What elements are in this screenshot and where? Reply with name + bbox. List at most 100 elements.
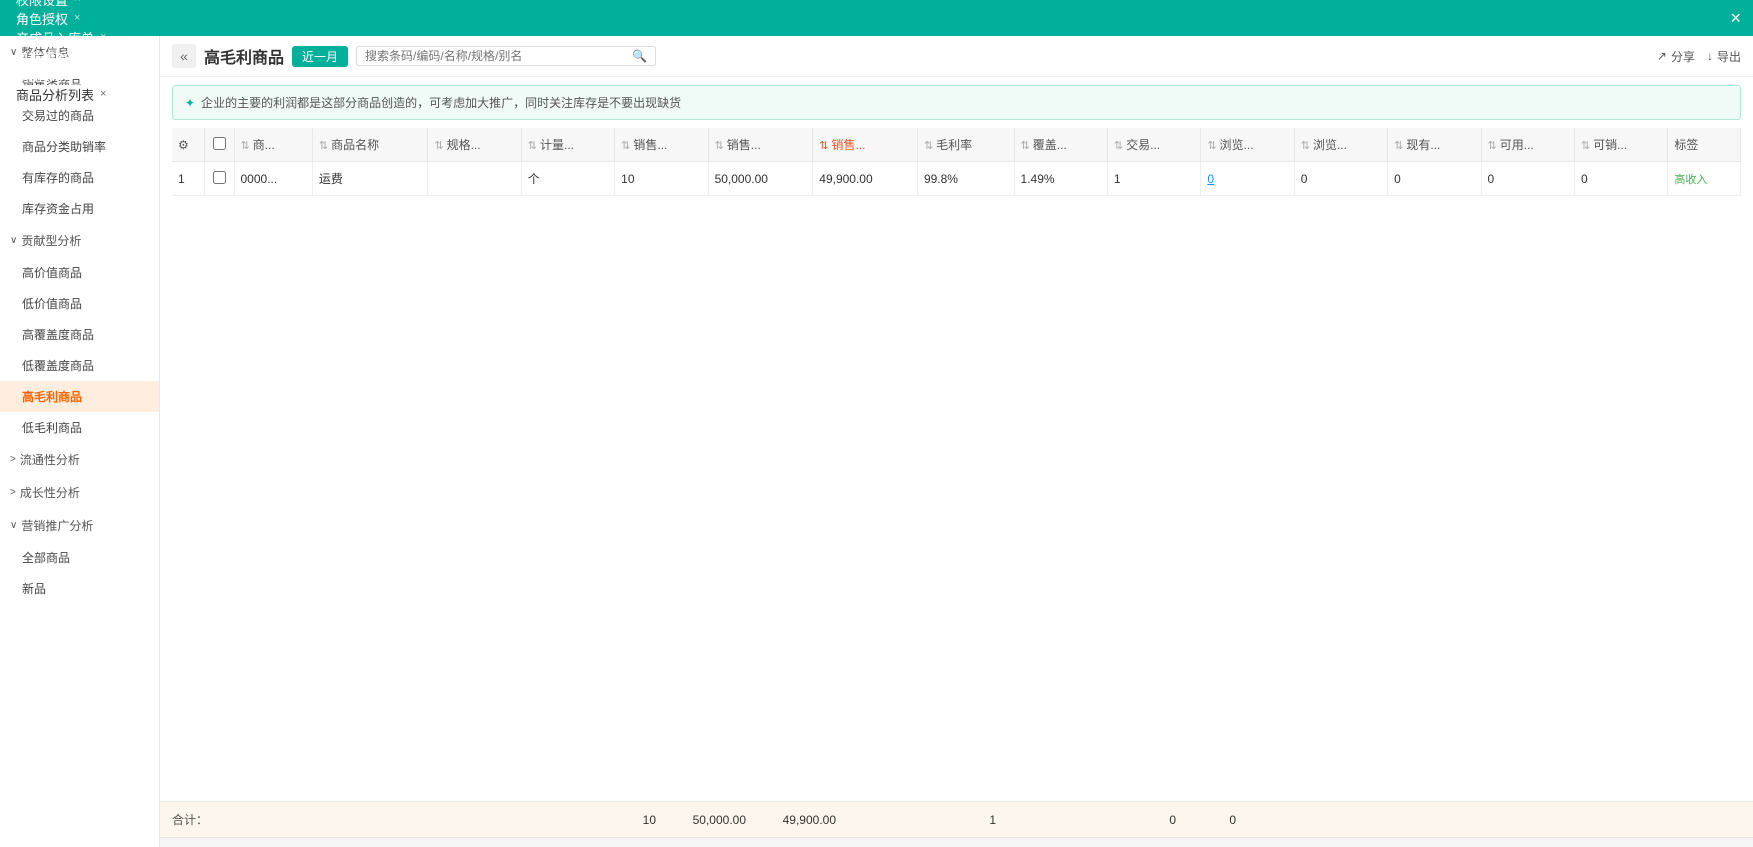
- close-tab-icon[interactable]: ×: [74, 69, 80, 81]
- sidebar-item-交易过的商品[interactable]: 交易过的商品: [0, 100, 159, 131]
- row-tag: 高收入: [1668, 162, 1741, 196]
- col-sales2: ⇅销售...: [708, 128, 813, 162]
- footer-current: 0: [1122, 813, 1182, 827]
- nav-tab-角色授权[interactable]: 角色授权×: [4, 9, 118, 28]
- close-tab-icon[interactable]: ×: [74, 12, 80, 24]
- footer-sales2: 50,000.00: [662, 813, 752, 827]
- sidebar-item-有库存的商品[interactable]: 有库存的商品: [0, 162, 159, 193]
- row-browse2: 0: [1294, 162, 1387, 196]
- sidebar-item-高价值商品[interactable]: 高价值商品: [0, 257, 159, 288]
- footer-transaction: 1: [942, 813, 1002, 827]
- nav-tab-商品分析[interactable]: 商品分析×: [4, 66, 118, 85]
- period-button[interactable]: 近一月: [292, 46, 348, 67]
- col-tag: 标签: [1668, 128, 1741, 162]
- search-icon[interactable]: 🔍: [632, 49, 647, 63]
- search-input[interactable]: [365, 49, 632, 63]
- row-browse1[interactable]: 0: [1201, 162, 1294, 196]
- group-arrow-icon: >: [10, 454, 16, 465]
- row-transaction: 1: [1107, 162, 1200, 196]
- footer-row: 合计： 10 50,000.00 49,900.00 1 0 0: [160, 801, 1753, 837]
- col-gross: ⇅毛利率: [917, 128, 1014, 162]
- col-settings[interactable]: ⚙: [172, 128, 204, 162]
- col-current-label: 现有...: [1406, 138, 1440, 152]
- col-spec-label: 规格...: [447, 138, 481, 152]
- sidebar-item-新品[interactable]: 新品: [0, 573, 159, 604]
- group-arrow-icon: >: [10, 487, 16, 498]
- row-code: 0000...: [234, 162, 312, 196]
- col-unit: ⇅计量...: [521, 128, 614, 162]
- row-coverage: 1.49%: [1014, 162, 1107, 196]
- search-box: 🔍: [356, 46, 656, 66]
- nav-tab-商品分析列表[interactable]: 商品分析列表×: [4, 85, 118, 104]
- col-available: ⇅可用...: [1481, 128, 1574, 162]
- footer-sales3: 49,900.00: [752, 813, 842, 827]
- content-area: « 高毛利商品 近一月 🔍 ↗ 分享 ↓ 导出 ✦ 企业的主要的利润都是这部: [160, 36, 1753, 847]
- settings-icon: ⚙: [178, 138, 189, 152]
- row-checkbox-cell: [204, 162, 234, 196]
- row-sales1: 10: [615, 162, 708, 196]
- sidebar-item-低覆盖度商品[interactable]: 低覆盖度商品: [0, 350, 159, 381]
- sidebar-groups: ∨整体信息销售类商品交易过的商品商品分类助销率有库存的商品库存资金占用∨贡献型分…: [0, 36, 159, 604]
- header-actions: ↗ 分享 ↓ 导出: [1657, 48, 1741, 65]
- footer-cells: 10 50,000.00 49,900.00 1 0 0: [252, 813, 1741, 827]
- col-coverage: ⇅覆盖...: [1014, 128, 1107, 162]
- col-sales3: ⇅销售...: [813, 128, 918, 162]
- col-sellable-label: 可销...: [1593, 138, 1627, 152]
- collapse-sidebar-button[interactable]: «: [172, 44, 196, 68]
- sidebar-item-低价值商品[interactable]: 低价值商品: [0, 288, 159, 319]
- sidebar-group-1[interactable]: ∨贡献型分析: [0, 224, 159, 257]
- col-browse2-label: 浏览...: [1313, 138, 1347, 152]
- nav-tab-权限设置[interactable]: 权限设置×: [4, 0, 118, 9]
- sidebar-item-高毛利商品[interactable]: 高毛利商品: [0, 381, 159, 412]
- close-all-button[interactable]: ×: [1722, 8, 1749, 29]
- col-sellable: ⇅可销...: [1574, 128, 1667, 162]
- sidebar-item-高覆盖度商品[interactable]: 高覆盖度商品: [0, 319, 159, 350]
- table-header-row: ⚙ ⇅商... ⇅商品名称 ⇅规格... ⇅计量... ⇅销售... ⇅销售..…: [172, 128, 1741, 162]
- row-checkbox[interactable]: [213, 171, 226, 184]
- row-spec: [428, 162, 521, 196]
- info-banner: ✦ 企业的主要的利润都是这部分商品创造的，可考虑加大推广，同时关注库存是不要出现…: [172, 85, 1741, 120]
- close-tab-icon[interactable]: ×: [100, 88, 106, 100]
- row-current: 0: [1388, 162, 1481, 196]
- col-browse2: ⇅浏览...: [1294, 128, 1387, 162]
- row-sellable: 0: [1574, 162, 1667, 196]
- footer-available: 0: [1182, 813, 1242, 827]
- export-button[interactable]: ↓ 导出: [1707, 48, 1741, 65]
- sidebar-item-库存资金占用[interactable]: 库存资金占用: [0, 193, 159, 224]
- sidebar-item-低毛利商品[interactable]: 低毛利商品: [0, 412, 159, 443]
- sidebar-item-全部商品[interactable]: 全部商品: [0, 542, 159, 573]
- content-header: « 高毛利商品 近一月 🔍 ↗ 分享 ↓ 导出: [160, 36, 1753, 77]
- share-label: 分享: [1671, 48, 1695, 65]
- select-all-checkbox[interactable]: [213, 137, 226, 150]
- col-sales3-label: 销售...: [831, 138, 865, 152]
- col-available-label: 可用...: [1500, 138, 1534, 152]
- col-checkbox: [204, 128, 234, 162]
- row-available: 0: [1481, 162, 1574, 196]
- col-code: ⇅商...: [234, 128, 312, 162]
- col-tag-label: 标签: [1674, 138, 1698, 152]
- sidebar-group-2[interactable]: >流通性分析: [0, 443, 159, 476]
- footer-browse1: [1002, 813, 1062, 827]
- sidebar-group-3[interactable]: >成长性分析: [0, 476, 159, 509]
- close-tab-icon[interactable]: ×: [100, 31, 106, 43]
- close-tab-icon[interactable]: ×: [100, 50, 106, 62]
- footer-spacer1: [252, 813, 602, 827]
- row-sales2: 50,000.00: [708, 162, 813, 196]
- row-gross-rate: 99.8%: [917, 162, 1014, 196]
- group-arrow-icon: ∨: [10, 520, 17, 531]
- share-button[interactable]: ↗ 分享: [1657, 48, 1695, 65]
- export-label: 导出: [1717, 48, 1741, 65]
- page-title: 高毛利商品: [204, 44, 284, 68]
- top-nav: 首页销售单×进货单×权限设置×角色授权×产成品入库单×单据模板设置×商品分析×商…: [0, 0, 1753, 36]
- col-code-label: 商...: [253, 138, 275, 152]
- share-icon: ↗: [1657, 49, 1667, 63]
- nav-tab-产成品入库单[interactable]: 产成品入库单×: [4, 28, 118, 47]
- sidebar-group-4[interactable]: ∨营销推广分析: [0, 509, 159, 542]
- horizontal-scrollbar[interactable]: [160, 837, 1753, 847]
- sidebar-item-商品分类助销率[interactable]: 商品分类助销率: [0, 131, 159, 162]
- row-name: 运费: [312, 162, 427, 196]
- info-text: 企业的主要的利润都是这部分商品创造的，可考虑加大推广，同时关注库存是不要出现缺货: [201, 94, 681, 111]
- nav-tab-单据模板设置[interactable]: 单据模板设置×: [4, 47, 118, 66]
- close-tab-icon[interactable]: ×: [74, 0, 80, 5]
- col-sales1: ⇅销售...: [615, 128, 708, 162]
